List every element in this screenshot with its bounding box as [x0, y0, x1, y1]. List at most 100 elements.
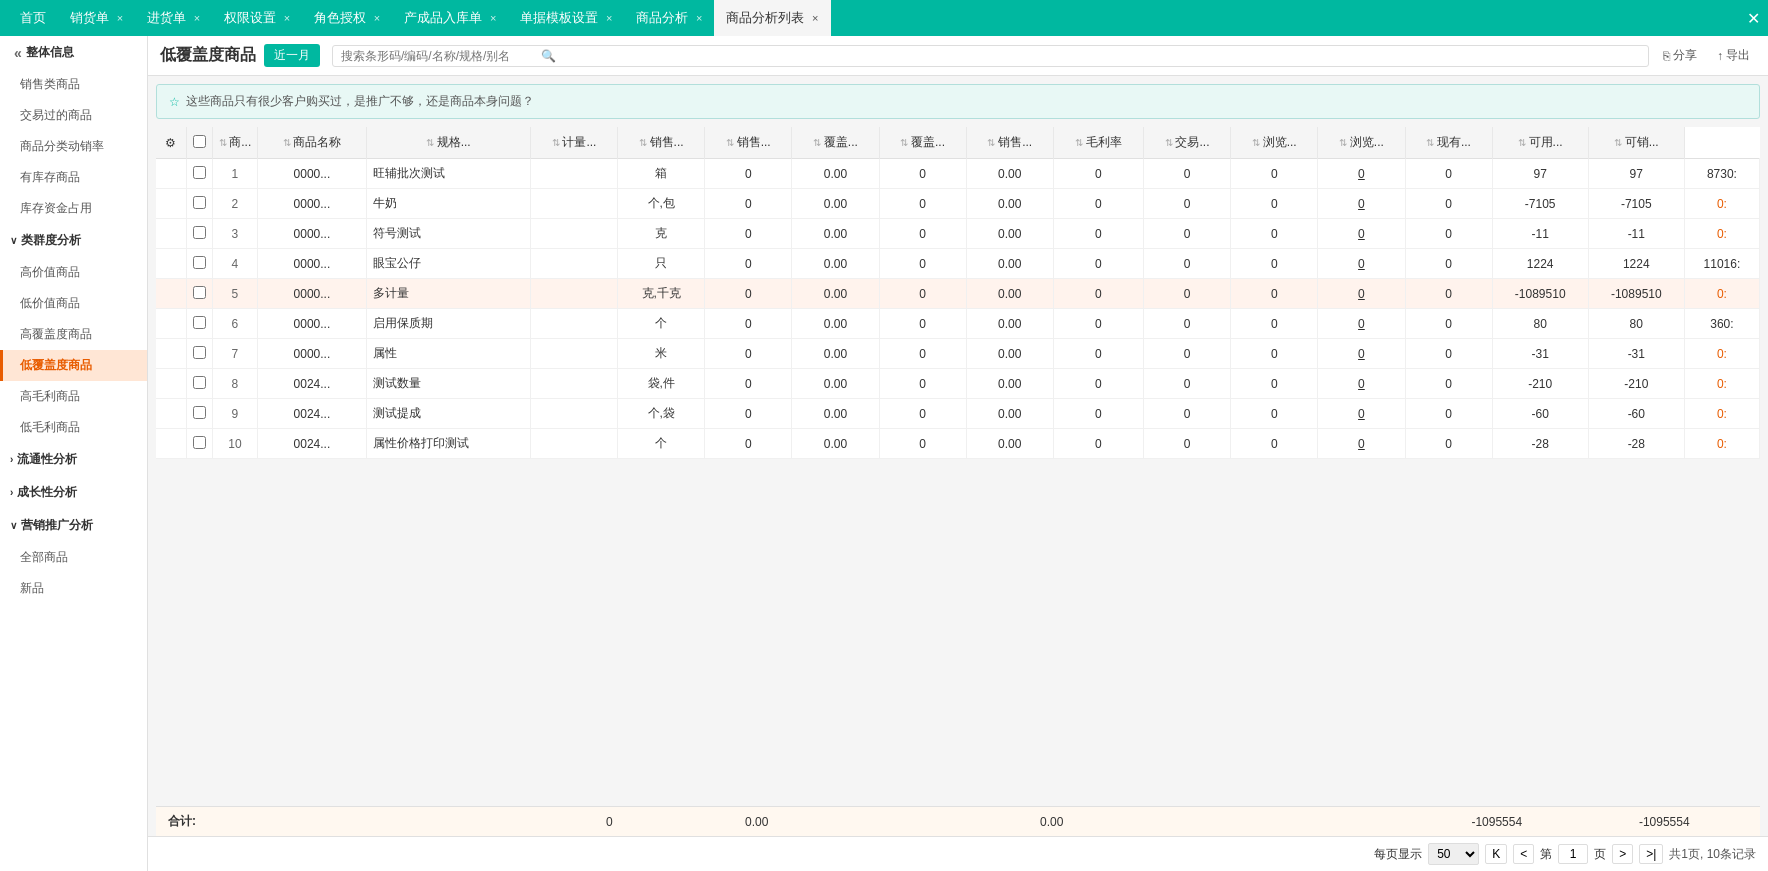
sidebar-group-circulation-header[interactable]: › 流通性分析 — [0, 443, 147, 476]
sidebar-item-high-margin[interactable]: 高毛利商品 — [0, 381, 147, 412]
col-code[interactable]: 商... — [212, 127, 258, 159]
row-checkbox[interactable] — [193, 376, 206, 389]
row-checkbox[interactable] — [193, 346, 206, 359]
sidebar-group-marketing-header[interactable]: ∨ 营销推广分析 — [0, 509, 147, 542]
col-name[interactable]: 商品名称 — [258, 127, 366, 159]
row-browse1[interactable]: 0 — [1318, 339, 1405, 369]
nav-permission-close[interactable]: × — [284, 12, 290, 24]
col-saleable[interactable]: 可销... — [1588, 127, 1684, 159]
row-checkbox-cell[interactable] — [186, 399, 212, 429]
sidebar-item-low-coverage[interactable]: 低覆盖度商品 — [0, 350, 147, 381]
nav-template[interactable]: 单据模板设置 × — [508, 0, 624, 36]
col-sales3[interactable]: 销售... — [966, 127, 1053, 159]
row-checkbox[interactable] — [193, 256, 206, 269]
row-checkbox[interactable] — [193, 226, 206, 239]
row-browse1[interactable]: 0 — [1318, 429, 1405, 459]
nav-home[interactable]: 首页 — [8, 0, 58, 36]
nav-role[interactable]: 角色授权 × — [302, 0, 392, 36]
col-settings[interactable]: ⚙ — [156, 127, 186, 159]
col-checkbox[interactable] — [186, 127, 212, 159]
row-browse1[interactable]: 0 — [1318, 159, 1405, 189]
sidebar-item-new-goods[interactable]: 新品 — [0, 573, 147, 604]
row-checkbox-cell[interactable] — [186, 339, 212, 369]
row-browse1[interactable]: 0 — [1318, 399, 1405, 429]
nav-sales-close[interactable]: × — [117, 12, 123, 24]
sidebar-item-high-value[interactable]: 高价值商品 — [0, 257, 147, 288]
nav-analysis-list-close[interactable]: × — [812, 12, 818, 24]
nav-role-close[interactable]: × — [374, 12, 380, 24]
row-checkbox[interactable] — [193, 166, 206, 179]
select-all-checkbox[interactable] — [193, 135, 206, 148]
col-available-qty[interactable]: 可用... — [1492, 127, 1588, 159]
row-checkbox-cell[interactable] — [186, 189, 212, 219]
col-current-qty[interactable]: 现有... — [1405, 127, 1492, 159]
sidebar-item-high-coverage[interactable]: 高覆盖度商品 — [0, 319, 147, 350]
nav-permission[interactable]: 权限设置 × — [212, 0, 302, 36]
export-btn[interactable]: ↑ 导出 — [1711, 44, 1756, 67]
col-cover2[interactable]: 覆盖... — [879, 127, 966, 159]
nav-analysis[interactable]: 商品分析 × — [624, 0, 714, 36]
row-checkbox[interactable] — [193, 316, 206, 329]
sidebar-item-stock-goods[interactable]: 有库存商品 — [0, 162, 147, 193]
row-checkbox-cell[interactable] — [186, 369, 212, 399]
row-checkbox-cell[interactable] — [186, 429, 212, 459]
row-browse1[interactable]: 0 — [1318, 249, 1405, 279]
sidebar-item-category-rate[interactable]: 商品分类动销率 — [0, 131, 147, 162]
sidebar-item-stock-capital[interactable]: 库存资金占用 — [0, 193, 147, 224]
row-checkbox[interactable] — [193, 436, 206, 449]
row-checkbox[interactable] — [193, 286, 206, 299]
col-browse1[interactable]: 浏览... — [1231, 127, 1318, 159]
row-checkbox-cell[interactable] — [186, 309, 212, 339]
share-btn[interactable]: ⎘ 分享 — [1657, 44, 1703, 67]
nav-product-in-close[interactable]: × — [490, 12, 496, 24]
sidebar-collapse-btn[interactable]: « — [10, 45, 26, 61]
row-checkbox[interactable] — [193, 196, 206, 209]
sidebar-group-growth-header[interactable]: › 成长性分析 — [0, 476, 147, 509]
nav-product-in[interactable]: 产成品入库单 × — [392, 0, 508, 36]
nav-analysis-list[interactable]: 商品分析列表 × — [714, 0, 830, 36]
page-number-input[interactable] — [1558, 844, 1588, 864]
col-browse2[interactable]: 浏览... — [1318, 127, 1405, 159]
nav-sales[interactable]: 销货单 × — [58, 0, 135, 36]
col-sales-qty[interactable]: 销售... — [618, 127, 705, 159]
row-checkbox-cell[interactable] — [186, 159, 212, 189]
col-spec[interactable]: 规格... — [366, 127, 530, 159]
col-unit[interactable]: 计量... — [530, 127, 617, 159]
window-close-btn[interactable]: ✕ — [1747, 9, 1760, 28]
row-checkbox-cell[interactable] — [186, 249, 212, 279]
row-browse1[interactable]: 0 — [1318, 189, 1405, 219]
sidebar-item-all-goods[interactable]: 全部商品 — [0, 542, 147, 573]
sidebar-group-cluster-header[interactable]: ∨ 类群度分析 — [0, 224, 147, 257]
prev-page-btn[interactable]: < — [1513, 844, 1534, 864]
first-page-btn[interactable]: K — [1485, 844, 1507, 864]
time-filter-btn[interactable]: 近一月 — [264, 44, 320, 67]
row-browse1[interactable]: 0 — [1318, 279, 1405, 309]
nav-analysis-close[interactable]: × — [696, 12, 702, 24]
search-input[interactable] — [341, 49, 541, 63]
last-page-btn[interactable]: >| — [1639, 844, 1663, 864]
sidebar-item-low-margin[interactable]: 低毛利商品 — [0, 412, 147, 443]
row-browse1[interactable]: 0 — [1318, 309, 1405, 339]
sidebar-item-low-value[interactable]: 低价值商品 — [0, 288, 147, 319]
row-checkbox-cell[interactable] — [186, 279, 212, 309]
table-container[interactable]: ⚙ 商... 商品名称 规格... 计量... 销售... 销售... 覆盖..… — [148, 127, 1768, 806]
sidebar-item-sales-goods[interactable]: 销售类商品 — [0, 69, 147, 100]
row-checkbox[interactable] — [193, 406, 206, 419]
nav-purchase[interactable]: 进货单 × — [135, 0, 212, 36]
row-browse1[interactable]: 0 — [1318, 369, 1405, 399]
row-browse1[interactable]: 0 — [1318, 219, 1405, 249]
col-transaction[interactable]: 交易... — [1144, 127, 1231, 159]
sidebar-group-overview-header[interactable]: « 整体信息 — [0, 36, 147, 69]
col-cover1[interactable]: 覆盖... — [792, 127, 879, 159]
search-icon[interactable]: 🔍 — [541, 49, 556, 63]
row-checkbox-cell[interactable] — [186, 219, 212, 249]
col-gross-margin[interactable]: 毛利率 — [1053, 127, 1143, 159]
row-browse2: 0 — [1405, 219, 1492, 249]
table-row: 2 0000... 牛奶 个,包 0 0.00 0 0.00 0 0 0 0 0… — [156, 189, 1760, 219]
page-size-select[interactable]: 50 100 200 — [1428, 843, 1479, 865]
col-sales-amt[interactable]: 销售... — [705, 127, 792, 159]
next-page-btn[interactable]: > — [1612, 844, 1633, 864]
sidebar-item-traded-goods[interactable]: 交易过的商品 — [0, 100, 147, 131]
nav-template-close[interactable]: × — [606, 12, 612, 24]
nav-purchase-close[interactable]: × — [194, 12, 200, 24]
